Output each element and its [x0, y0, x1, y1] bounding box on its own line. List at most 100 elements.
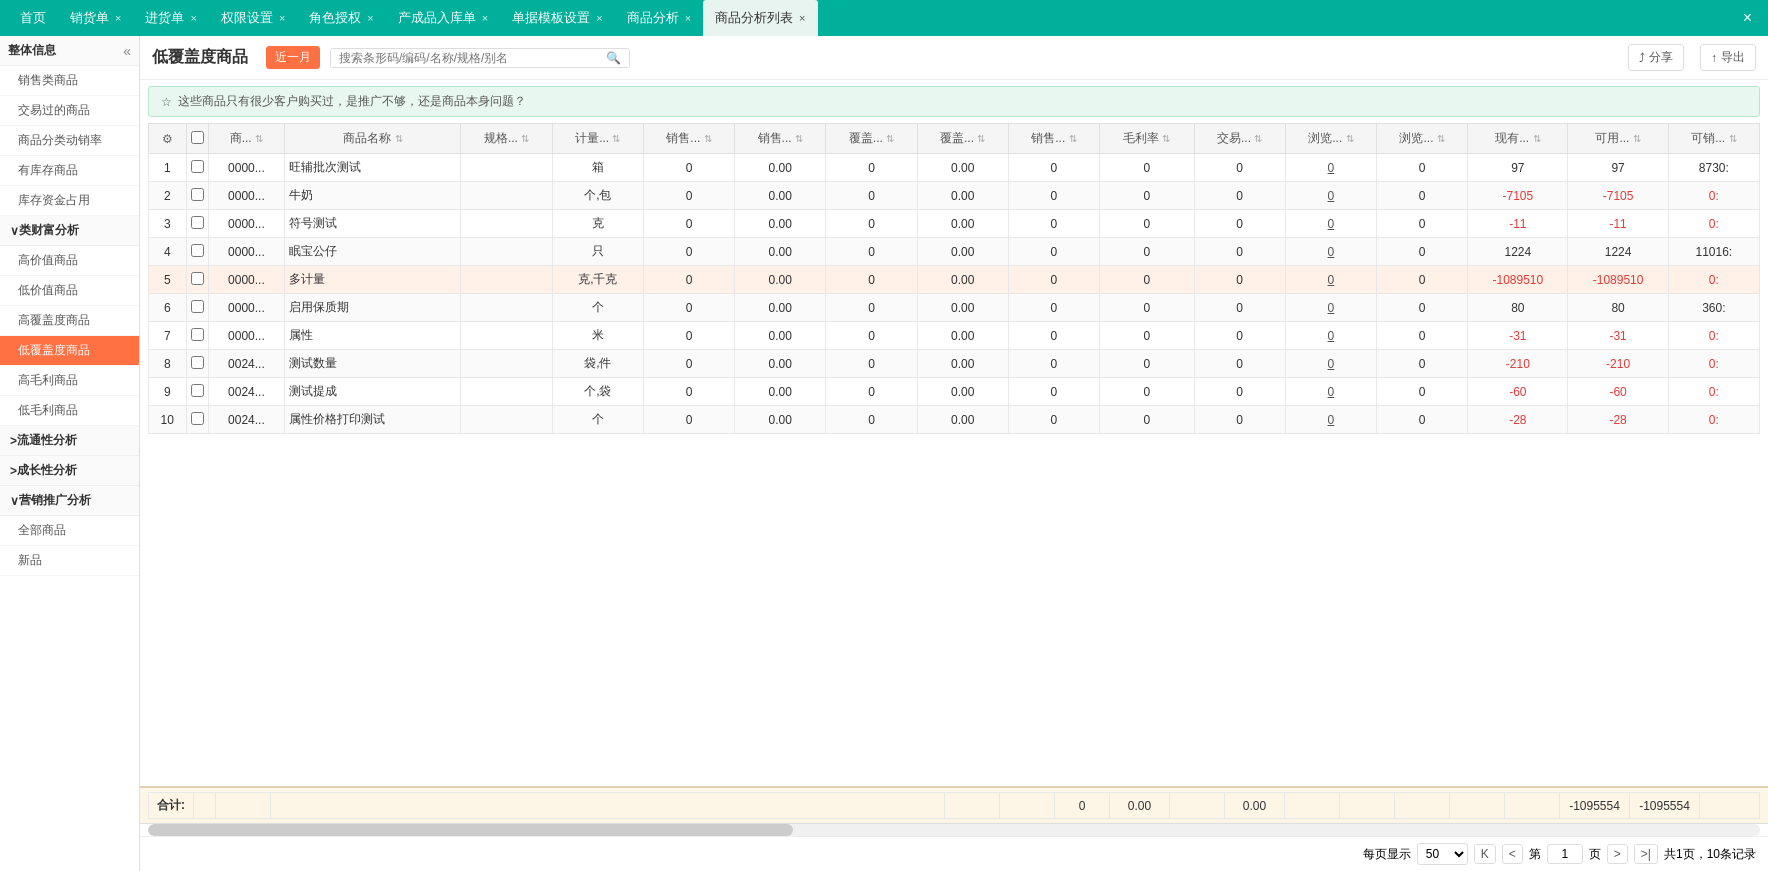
close-icon-8[interactable]: ×: [799, 12, 805, 24]
coverage1-column-header[interactable]: 覆盖... ⇅: [826, 124, 917, 154]
sidebar-item-category-rate[interactable]: 商品分类动销率: [0, 126, 139, 156]
row-browse1[interactable]: 0: [1285, 294, 1376, 322]
name-column-header[interactable]: 商品名称 ⇅: [285, 124, 461, 154]
sidebar-item-high-margin[interactable]: 高毛利商品: [0, 366, 139, 396]
row-select-checkbox[interactable]: [191, 216, 204, 229]
sales-qty-column-header[interactable]: 销售... ⇅: [643, 124, 734, 154]
last-page-button[interactable]: >|: [1634, 844, 1658, 864]
营销推广分析-section-header[interactable]: ∨ 营销推广分析: [0, 486, 139, 516]
close-icon-6[interactable]: ×: [596, 12, 602, 24]
nav-item-template[interactable]: 单据模板设置 ×: [500, 0, 614, 36]
row-checkbox[interactable]: [186, 378, 208, 406]
nav-item-role[interactable]: 角色授权 ×: [297, 0, 385, 36]
checkbox-column-header[interactable]: [186, 124, 208, 154]
close-icon-2[interactable]: ×: [190, 12, 196, 24]
table-row: 9 0024... 测试提成 个,袋 0 0.00 0 0.00 0 0 0 0…: [149, 378, 1760, 406]
row-checkbox[interactable]: [186, 350, 208, 378]
search-input[interactable]: [339, 51, 606, 65]
current-stock-column-header[interactable]: 现有... ⇅: [1468, 124, 1568, 154]
row-browse1[interactable]: 0: [1285, 182, 1376, 210]
sidebar-item-high-coverage[interactable]: 高覆盖度商品: [0, 306, 139, 336]
row-gross-rate: 0: [1100, 294, 1195, 322]
unit-column-header[interactable]: 计量... ⇅: [552, 124, 643, 154]
row-checkbox[interactable]: [186, 154, 208, 182]
row-browse1[interactable]: 0: [1285, 210, 1376, 238]
nav-item-production[interactable]: 产成品入库单 ×: [386, 0, 500, 36]
coverage2-column-header[interactable]: 覆盖... ⇅: [917, 124, 1008, 154]
sidebar-item-all-goods[interactable]: 全部商品: [0, 516, 139, 546]
nav-item-sales[interactable]: 销货单 ×: [58, 0, 133, 36]
close-icon-5[interactable]: ×: [482, 12, 488, 24]
row-checkbox[interactable]: [186, 294, 208, 322]
browse1-column-header[interactable]: 浏览... ⇅: [1285, 124, 1376, 154]
sidebar-item-sales-goods[interactable]: 销售类商品: [0, 66, 139, 96]
row-checkbox[interactable]: [186, 238, 208, 266]
sidebar-item-low-coverage[interactable]: 低覆盖度商品: [0, 336, 139, 366]
transaction-column-header[interactable]: 交易... ⇅: [1194, 124, 1285, 154]
row-select-checkbox[interactable]: [191, 188, 204, 201]
close-icon-7[interactable]: ×: [685, 12, 691, 24]
row-select-checkbox[interactable]: [191, 300, 204, 313]
row-checkbox[interactable]: [186, 182, 208, 210]
sidebar-item-low-margin[interactable]: 低毛利商品: [0, 396, 139, 426]
first-page-button[interactable]: K: [1474, 844, 1496, 864]
sidebar-collapse-button[interactable]: «: [123, 43, 131, 59]
page-number-input[interactable]: [1547, 844, 1583, 864]
per-page-label: 每页显示: [1363, 846, 1411, 863]
sidebar-item-stocked-goods[interactable]: 有库存商品: [0, 156, 139, 186]
row-checkbox[interactable]: [186, 406, 208, 434]
nav-item-permission[interactable]: 权限设置 ×: [209, 0, 297, 36]
window-close-button[interactable]: ×: [1735, 9, 1760, 27]
prev-page-button[interactable]: <: [1502, 844, 1523, 864]
类财富分析-section-header[interactable]: ∨ 类财富分析: [0, 216, 139, 246]
code-column-header[interactable]: 商... ⇅: [208, 124, 285, 154]
row-browse1[interactable]: 0: [1285, 154, 1376, 182]
sidebar-item-high-value[interactable]: 高价值商品: [0, 246, 139, 276]
period-button-month[interactable]: 近一月: [266, 46, 320, 69]
next-page-button[interactable]: >: [1607, 844, 1628, 864]
close-icon[interactable]: ×: [115, 12, 121, 24]
row-browse1[interactable]: 0: [1285, 238, 1376, 266]
成长性分析-section-header[interactable]: > 成长性分析: [0, 456, 139, 486]
流通性分析-section-header[interactable]: > 流通性分析: [0, 426, 139, 456]
horizontal-scrollbar[interactable]: [148, 824, 1760, 836]
settings-column-header[interactable]: ⚙: [149, 124, 187, 154]
table-container[interactable]: ⚙ 商... ⇅ 商品名称 ⇅ 规格... ⇅ 计量... ⇅ 销售... ⇅ …: [140, 123, 1768, 786]
sidebar-item-traded-goods[interactable]: 交易过的商品: [0, 96, 139, 126]
per-page-select[interactable]: 50 100 200: [1417, 843, 1468, 865]
row-browse1[interactable]: 0: [1285, 350, 1376, 378]
sidebar-item-low-value[interactable]: 低价值商品: [0, 276, 139, 306]
row-select-checkbox[interactable]: [191, 384, 204, 397]
nav-item-purchase[interactable]: 进货单 ×: [133, 0, 208, 36]
nav-item-home[interactable]: 首页: [8, 0, 58, 36]
row-select-checkbox[interactable]: [191, 356, 204, 369]
export-button[interactable]: ↑ 导出: [1700, 44, 1756, 71]
row-select-checkbox[interactable]: [191, 272, 204, 285]
row-select-checkbox[interactable]: [191, 244, 204, 257]
row-select-checkbox[interactable]: [191, 328, 204, 341]
spec-column-header[interactable]: 规格... ⇅: [461, 124, 552, 154]
row-browse1[interactable]: 0: [1285, 378, 1376, 406]
nav-item-analysis[interactable]: 商品分析 ×: [615, 0, 703, 36]
browse2-column-header[interactable]: 浏览... ⇅: [1377, 124, 1468, 154]
nav-item-analysis-list[interactable]: 商品分析列表 ×: [703, 0, 817, 36]
row-checkbox[interactable]: [186, 210, 208, 238]
row-checkbox[interactable]: [186, 322, 208, 350]
select-all-checkbox[interactable]: [191, 131, 204, 144]
sidebar-item-new-goods[interactable]: 新品: [0, 546, 139, 576]
row-browse1[interactable]: 0: [1285, 266, 1376, 294]
close-icon-4[interactable]: ×: [367, 12, 373, 24]
sales-amt-column-header[interactable]: 销售... ⇅: [735, 124, 826, 154]
share-button[interactable]: ⤴ 分享: [1628, 44, 1684, 71]
row-browse1[interactable]: 0: [1285, 406, 1376, 434]
sidebar-item-stock-fund[interactable]: 库存资金占用: [0, 186, 139, 216]
available-column-header[interactable]: 可用... ⇅: [1568, 124, 1668, 154]
row-select-checkbox[interactable]: [191, 412, 204, 425]
row-select-checkbox[interactable]: [191, 160, 204, 173]
row-browse1[interactable]: 0: [1285, 322, 1376, 350]
sellable-column-header[interactable]: 可销... ⇅: [1668, 124, 1759, 154]
sales3-column-header[interactable]: 销售... ⇅: [1008, 124, 1099, 154]
close-icon-3[interactable]: ×: [279, 12, 285, 24]
row-checkbox[interactable]: [186, 266, 208, 294]
gross-rate-column-header[interactable]: 毛利率 ⇅: [1100, 124, 1195, 154]
